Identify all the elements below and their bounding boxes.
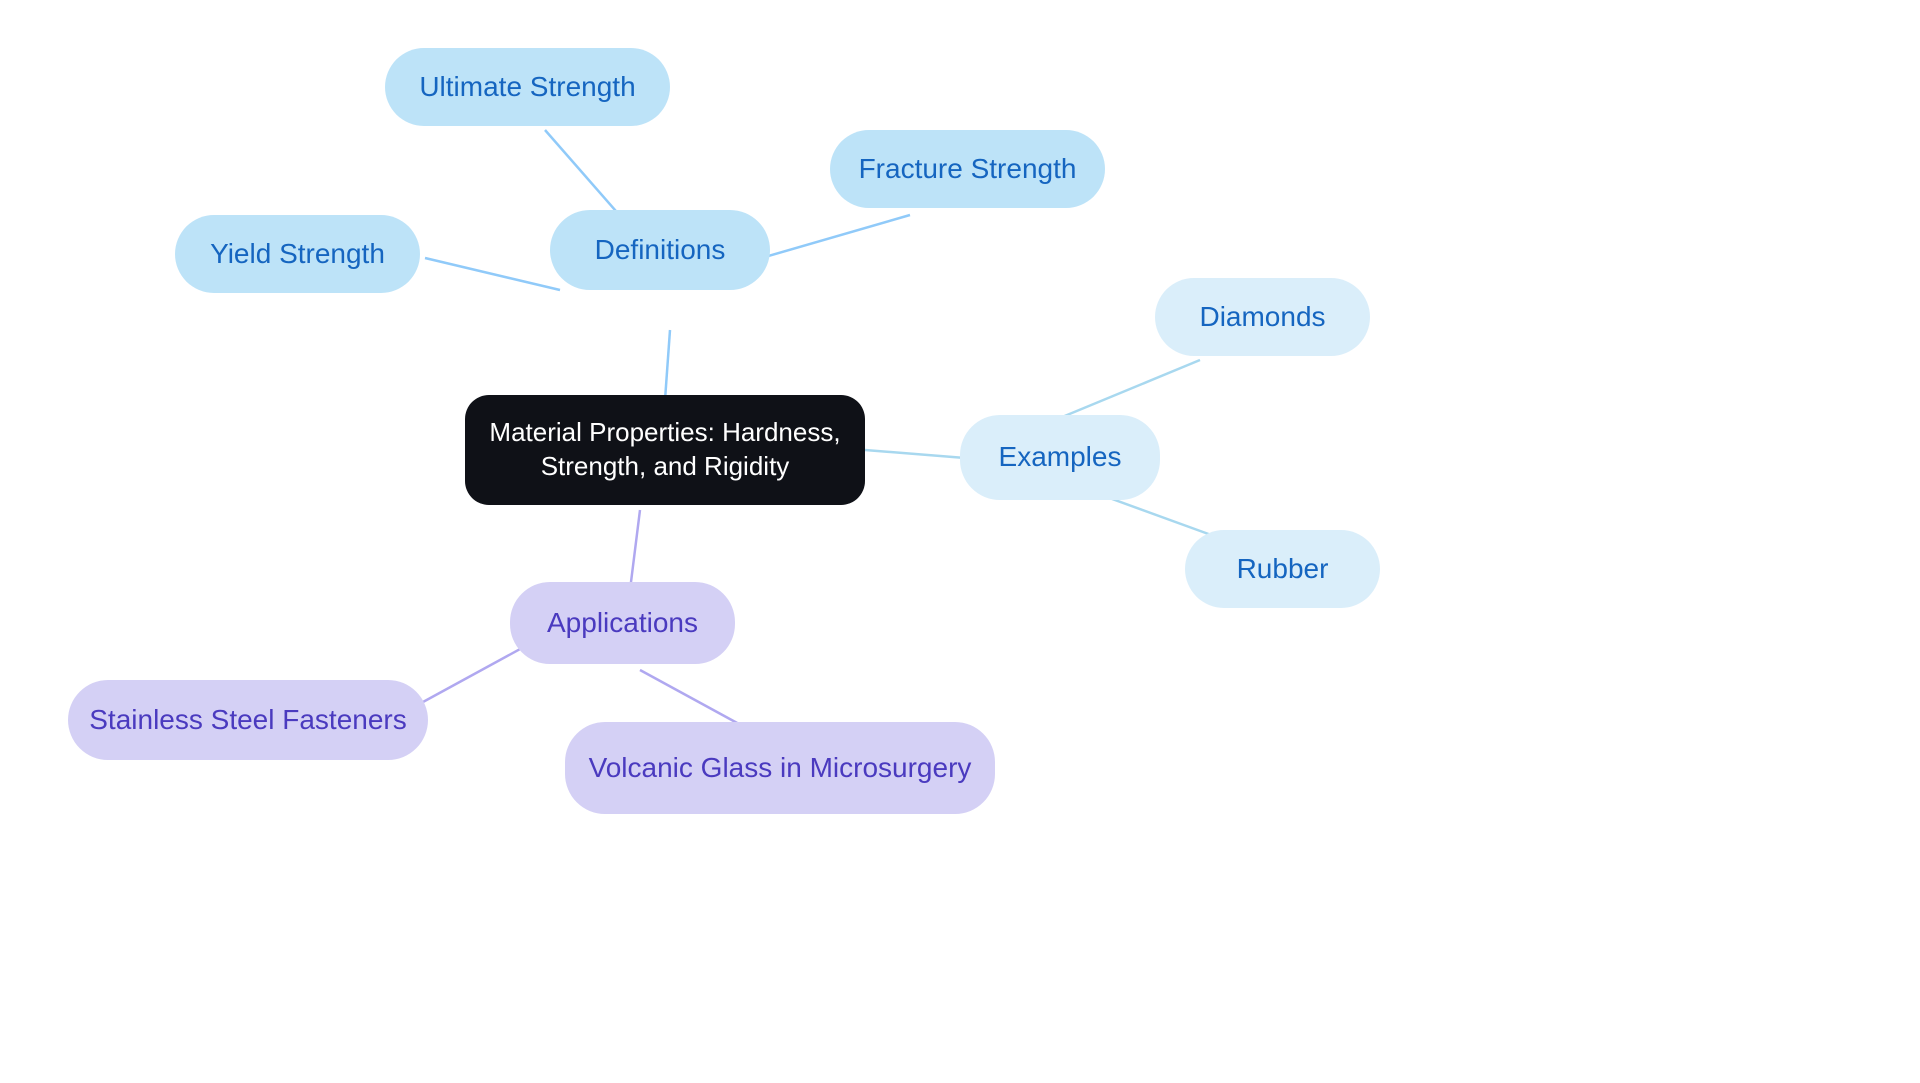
- definitions-node[interactable]: Definitions: [550, 210, 770, 290]
- fracture-strength-node[interactable]: Fracture Strength: [830, 130, 1105, 208]
- central-node-label: Material Properties: Hardness, Strength,…: [465, 406, 865, 494]
- central-node[interactable]: Material Properties: Hardness, Strength,…: [465, 395, 865, 505]
- examples-label: Examples: [999, 439, 1122, 475]
- applications-node[interactable]: Applications: [510, 582, 735, 664]
- ultimate-strength-label: Ultimate Strength: [419, 69, 635, 105]
- stainless-steel-label: Stainless Steel Fasteners: [89, 702, 407, 738]
- yield-strength-node[interactable]: Yield Strength: [175, 215, 420, 293]
- rubber-node[interactable]: Rubber: [1185, 530, 1380, 608]
- fracture-strength-label: Fracture Strength: [859, 151, 1077, 187]
- applications-label: Applications: [547, 605, 698, 641]
- yield-strength-label: Yield Strength: [210, 236, 385, 272]
- definitions-label: Definitions: [595, 232, 726, 268]
- volcanic-glass-node[interactable]: Volcanic Glass in Microsurgery: [565, 722, 995, 814]
- diamonds-node[interactable]: Diamonds: [1155, 278, 1370, 356]
- examples-node[interactable]: Examples: [960, 415, 1160, 500]
- volcanic-glass-label: Volcanic Glass in Microsurgery: [589, 750, 972, 786]
- ultimate-strength-node[interactable]: Ultimate Strength: [385, 48, 670, 126]
- diamonds-label: Diamonds: [1199, 299, 1325, 335]
- stainless-steel-node[interactable]: Stainless Steel Fasteners: [68, 680, 428, 760]
- rubber-label: Rubber: [1237, 551, 1329, 587]
